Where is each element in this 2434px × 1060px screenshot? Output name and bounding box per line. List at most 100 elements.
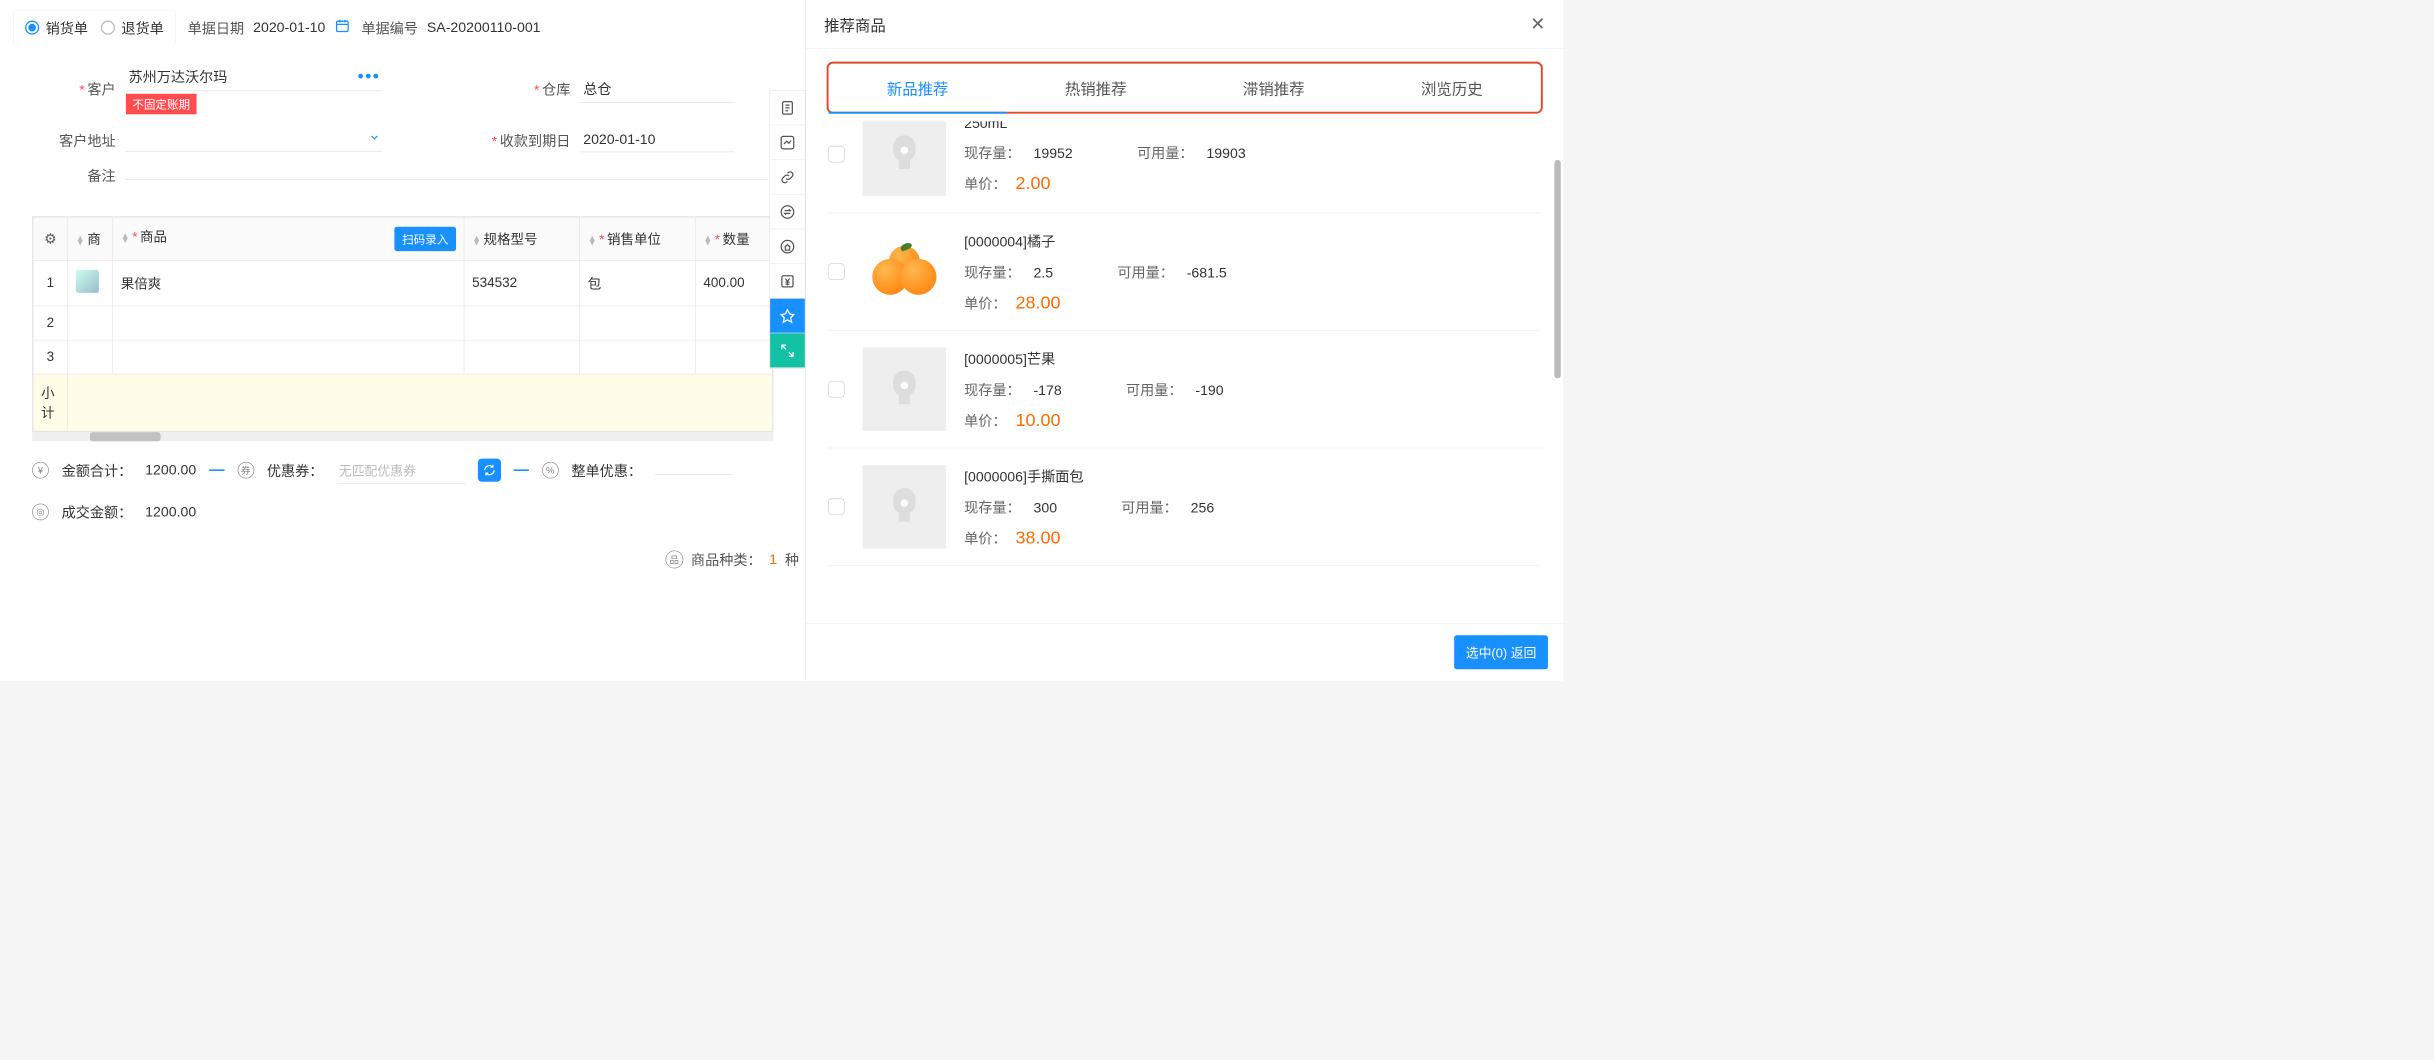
- col-unit[interactable]: ▲▼*销售单位: [580, 217, 696, 260]
- payment-due-input[interactable]: 2020-01-10: [581, 127, 735, 152]
- bill-date-field: 单据日期 2020-01-10: [188, 17, 350, 38]
- bill-date-label: 单据日期: [188, 17, 245, 38]
- radio-label: 销货单: [46, 17, 88, 38]
- col-spec[interactable]: ▲▼规格型号: [464, 217, 580, 260]
- bill-date-value[interactable]: 2020-01-10: [253, 19, 325, 36]
- bill-code-label: 单据编号: [361, 17, 418, 38]
- product-name: 250mL: [964, 121, 1541, 131]
- tool-exchange[interactable]: [770, 195, 805, 230]
- product-image: [863, 230, 946, 313]
- stock-label: 现存量：300: [964, 496, 1057, 517]
- scan-input-button[interactable]: 扫码录入: [394, 227, 456, 251]
- gear-header[interactable]: ⚙: [33, 217, 68, 260]
- product-name: [0000005]芒果: [964, 348, 1541, 369]
- dash-icon: —: [209, 461, 224, 479]
- price-label: 单价：38.00: [964, 527, 1541, 548]
- ellipsis-icon[interactable]: •••: [357, 66, 380, 87]
- tool-note[interactable]: [770, 91, 805, 126]
- product-checkbox[interactable]: [828, 381, 845, 398]
- sku-count: 1: [769, 551, 777, 568]
- available-label: 可用量：-681.5: [1117, 261, 1226, 282]
- deal-amount-label: 成交金额：: [62, 502, 133, 523]
- customer-addr-label: 客户地址: [32, 129, 115, 150]
- gear-icon: ⚙: [44, 231, 57, 247]
- coupon-input[interactable]: 无匹配优惠券: [336, 457, 464, 484]
- radio-icon: [101, 21, 115, 35]
- amount-total-value: 1200.00: [145, 462, 196, 479]
- fixed-period-tag: 不固定账期: [126, 94, 197, 115]
- currency-icon: ¥: [32, 462, 49, 479]
- product-row: [0000006]手撕面包 现存量：300 可用量：256 单价：38.00: [828, 448, 1542, 566]
- radio-sales-order[interactable]: 销货单: [25, 17, 88, 38]
- table-row[interactable]: 3: [33, 340, 772, 374]
- available-label: 可用量：19903: [1137, 142, 1246, 163]
- tab-hot-products[interactable]: 热销推荐: [1007, 64, 1185, 112]
- customer-input[interactable]: 苏州万达沃尔玛 •••: [126, 62, 383, 91]
- product-checkbox[interactable]: [828, 263, 845, 280]
- radio-return-order[interactable]: 退货单: [101, 17, 164, 38]
- col-qty[interactable]: ▲▼*数量: [695, 217, 772, 260]
- col-goods-short[interactable]: ▲▼商: [68, 217, 113, 260]
- coupon-icon: 券: [237, 462, 254, 479]
- product-row: [0000005]芒果 现存量：-178 可用量：-190 单价：10.00: [828, 331, 1542, 449]
- whole-discount-label: 整单优惠：: [571, 460, 642, 481]
- price-label: 单价：10.00: [964, 410, 1541, 431]
- line-items-table: ⚙ ▲▼商 ▲▼*商品 扫码录入 ▲▼规格型号 ▲▼*销售单位 ▲▼*数量 1 …: [32, 216, 773, 432]
- close-icon[interactable]: ✕: [1530, 13, 1545, 34]
- tab-slow-products[interactable]: 滞销推荐: [1185, 64, 1363, 112]
- sku-icon: 品: [665, 550, 683, 568]
- coupon-label: 优惠券：: [267, 460, 324, 481]
- amount-total-label: 金额合计：: [62, 460, 133, 481]
- stock-label: 现存量：-178: [964, 379, 1062, 400]
- subtotal-label: 小计: [33, 374, 68, 431]
- side-toolbar: [769, 90, 805, 369]
- sku-suffix: 种: [785, 549, 799, 570]
- product-image-placeholder: [863, 347, 946, 430]
- product-checkbox[interactable]: [828, 498, 845, 515]
- tab-new-products[interactable]: 新品推荐: [829, 64, 1007, 114]
- horizontal-scrollbar[interactable]: [32, 432, 773, 441]
- price-label: 单价：2.00: [964, 173, 1541, 194]
- customer-addr-input[interactable]: [126, 128, 383, 152]
- tool-expand[interactable]: [770, 333, 805, 368]
- product-image-placeholder: [863, 121, 946, 196]
- product-name: [0000006]手撕面包: [964, 466, 1541, 487]
- selected-return-button[interactable]: 选中(0) 返回: [1454, 635, 1548, 669]
- whole-discount-input[interactable]: [655, 466, 732, 474]
- tool-chart[interactable]: [770, 125, 805, 160]
- table-row[interactable]: 1 果倍爽 534532 包 400.00: [33, 260, 772, 306]
- deal-amount-value: 1200.00: [145, 504, 196, 521]
- recommend-tabs: 新品推荐 热销推荐 滞销推荐 浏览历史: [827, 62, 1543, 114]
- recommend-title: 推荐商品: [824, 13, 886, 35]
- remark-input[interactable]: [126, 171, 768, 179]
- available-label: 可用量：-190: [1126, 379, 1224, 400]
- order-type-radio-group: 销货单 退货单: [13, 10, 176, 44]
- warehouse-label: *仓库: [487, 78, 570, 99]
- col-goods[interactable]: ▲▼*商品 扫码录入: [113, 217, 464, 260]
- sku-label: 商品种类：: [691, 549, 762, 570]
- remark-label: 备注: [32, 165, 115, 186]
- tool-star[interactable]: [770, 299, 805, 334]
- bill-code-field: 单据编号 SA-20200110-001: [361, 17, 540, 38]
- refresh-button[interactable]: [478, 459, 501, 482]
- vertical-scrollbar[interactable]: [1554, 160, 1560, 378]
- warehouse-input[interactable]: 总仓: [581, 74, 735, 103]
- product-image-placeholder: [863, 465, 946, 548]
- tool-currency[interactable]: [770, 264, 805, 299]
- chevron-down-icon[interactable]: [369, 132, 381, 147]
- stock-label: 现存量：19952: [964, 142, 1073, 163]
- table-row[interactable]: 2: [33, 306, 772, 340]
- customer-label: *客户: [32, 78, 115, 99]
- radio-label: 退货单: [121, 17, 163, 38]
- dash-icon: —: [514, 461, 529, 479]
- calendar-icon[interactable]: [334, 18, 349, 37]
- tool-link[interactable]: [770, 160, 805, 195]
- tool-house[interactable]: [770, 229, 805, 264]
- bill-code-value: SA-20200110-001: [427, 19, 541, 36]
- product-row: [0000004]橘子 现存量：2.5 可用量：-681.5 单价：28.00: [828, 213, 1542, 331]
- discount-icon: %: [542, 462, 559, 479]
- price-label: 单价：28.00: [964, 292, 1541, 313]
- payment-due-label: *收款到期日: [487, 129, 570, 150]
- tab-history[interactable]: 浏览历史: [1363, 64, 1541, 112]
- product-checkbox[interactable]: [828, 146, 845, 163]
